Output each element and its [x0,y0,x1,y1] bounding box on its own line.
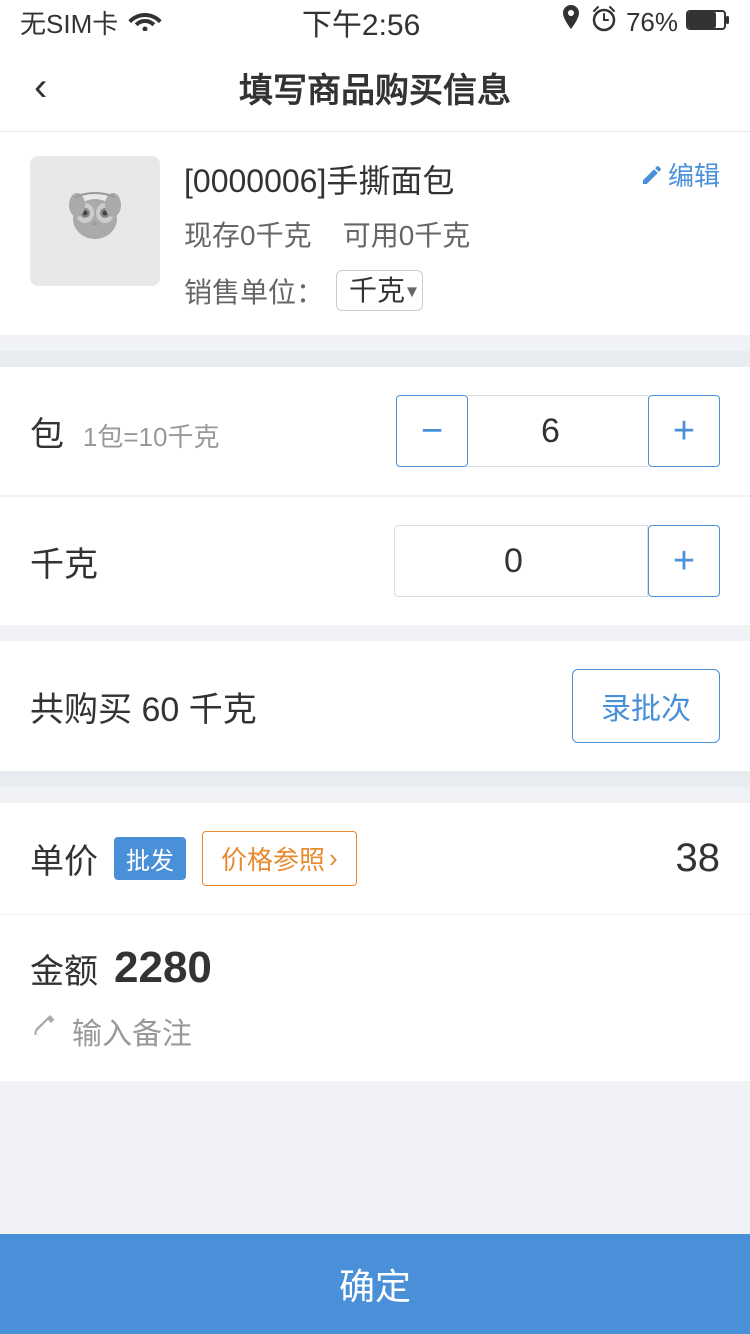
bao-plus-button[interactable]: + [648,395,720,467]
product-thumbnail [30,156,160,286]
price-ref-button[interactable]: 价格参照 › [202,831,357,886]
status-bar: 无SIM卡 下午2:56 76% [0,0,750,44]
product-card: [0000006]手撕面包 编辑 现存0千克 可用0千克 销售单位： 千克 [0,132,750,335]
kg-plus-button[interactable]: + [648,525,720,597]
product-stock: 现存0千克 可用0千克 [184,214,720,254]
batch-button[interactable]: 录批次 [572,669,720,743]
kg-input-row: 千克 + [30,497,720,625]
carrier-label: 无SIM卡 [20,4,118,41]
battery-icon [686,7,730,38]
confirm-bar[interactable]: 确定 [0,1234,750,1334]
price-value: 38 [676,836,721,881]
summary-row: 共购买 60 千克 录批次 [0,641,750,771]
battery-label: 76% [626,7,678,38]
kg-qty-control: + [394,525,720,597]
page-title: 填写商品购买信息 [239,63,511,112]
amount-value: 2280 [114,943,212,993]
bao-qty-input[interactable] [468,395,648,467]
stock-available: 可用0千克 [343,220,471,251]
price-section: 单价 批发 价格参照 › 38 [0,803,750,915]
back-button[interactable]: ‹ [24,55,57,120]
bao-sub-label: 1包=10千克 [83,422,220,452]
kg-qty-input[interactable] [394,525,648,597]
bao-input-row: 包 1包=10千克 − + [30,367,720,495]
edit-label: 编辑 [668,156,720,193]
remark-label: 输入备注 [72,1009,192,1053]
unit-select[interactable]: 千克 [336,270,423,311]
alarm-icon [590,5,618,40]
kg-label: 千克 [30,537,98,586]
summary-section: 共购买 60 千克 录批次 [0,641,750,771]
product-name: [0000006]手撕面包 [184,156,454,202]
nav-bar: ‹ 填写商品购买信息 [0,44,750,132]
bao-input-section: 包 1包=10千克 − + [0,367,750,495]
bao-label-group: 包 1包=10千克 [30,407,219,456]
bao-minus-button[interactable]: − [396,395,468,467]
divider-2 [0,771,750,787]
bao-qty-control: − + [396,395,720,467]
amount-section: 金额 2280 输入备注 [0,915,750,1081]
kg-input-section: 千克 + [0,497,750,625]
status-left: 无SIM卡 [20,4,162,41]
status-right: 76% [560,5,730,40]
bao-label: 包 [30,416,64,454]
summary-text: 共购买 60 千克 [30,682,257,731]
price-ref-arrow: › [329,843,338,874]
price-ref-label: 价格参照 [221,840,325,877]
divider-1 [0,351,750,367]
status-time: 下午2:56 [302,0,420,44]
unit-label: 销售单位： [184,271,324,311]
confirm-button-label: 确定 [339,1258,411,1310]
wifi-icon [128,7,162,38]
product-owl-icon [55,175,135,267]
price-label: 单价 [30,834,98,883]
stock-current: 现存0千克 [184,220,312,251]
unit-select-wrapper[interactable]: 千克 [336,270,423,311]
edit-button[interactable]: 编辑 [640,156,720,193]
amount-row: 金额 2280 [30,943,720,993]
amount-label: 金额 [30,944,98,993]
product-unit-row: 销售单位： 千克 [184,270,720,311]
pencil-icon [30,1013,60,1050]
price-tag-batch: 批发 [114,837,186,880]
product-info: [0000006]手撕面包 编辑 现存0千克 可用0千克 销售单位： 千克 [184,156,720,311]
location-icon [560,5,582,40]
remark-row[interactable]: 输入备注 [30,1009,720,1053]
